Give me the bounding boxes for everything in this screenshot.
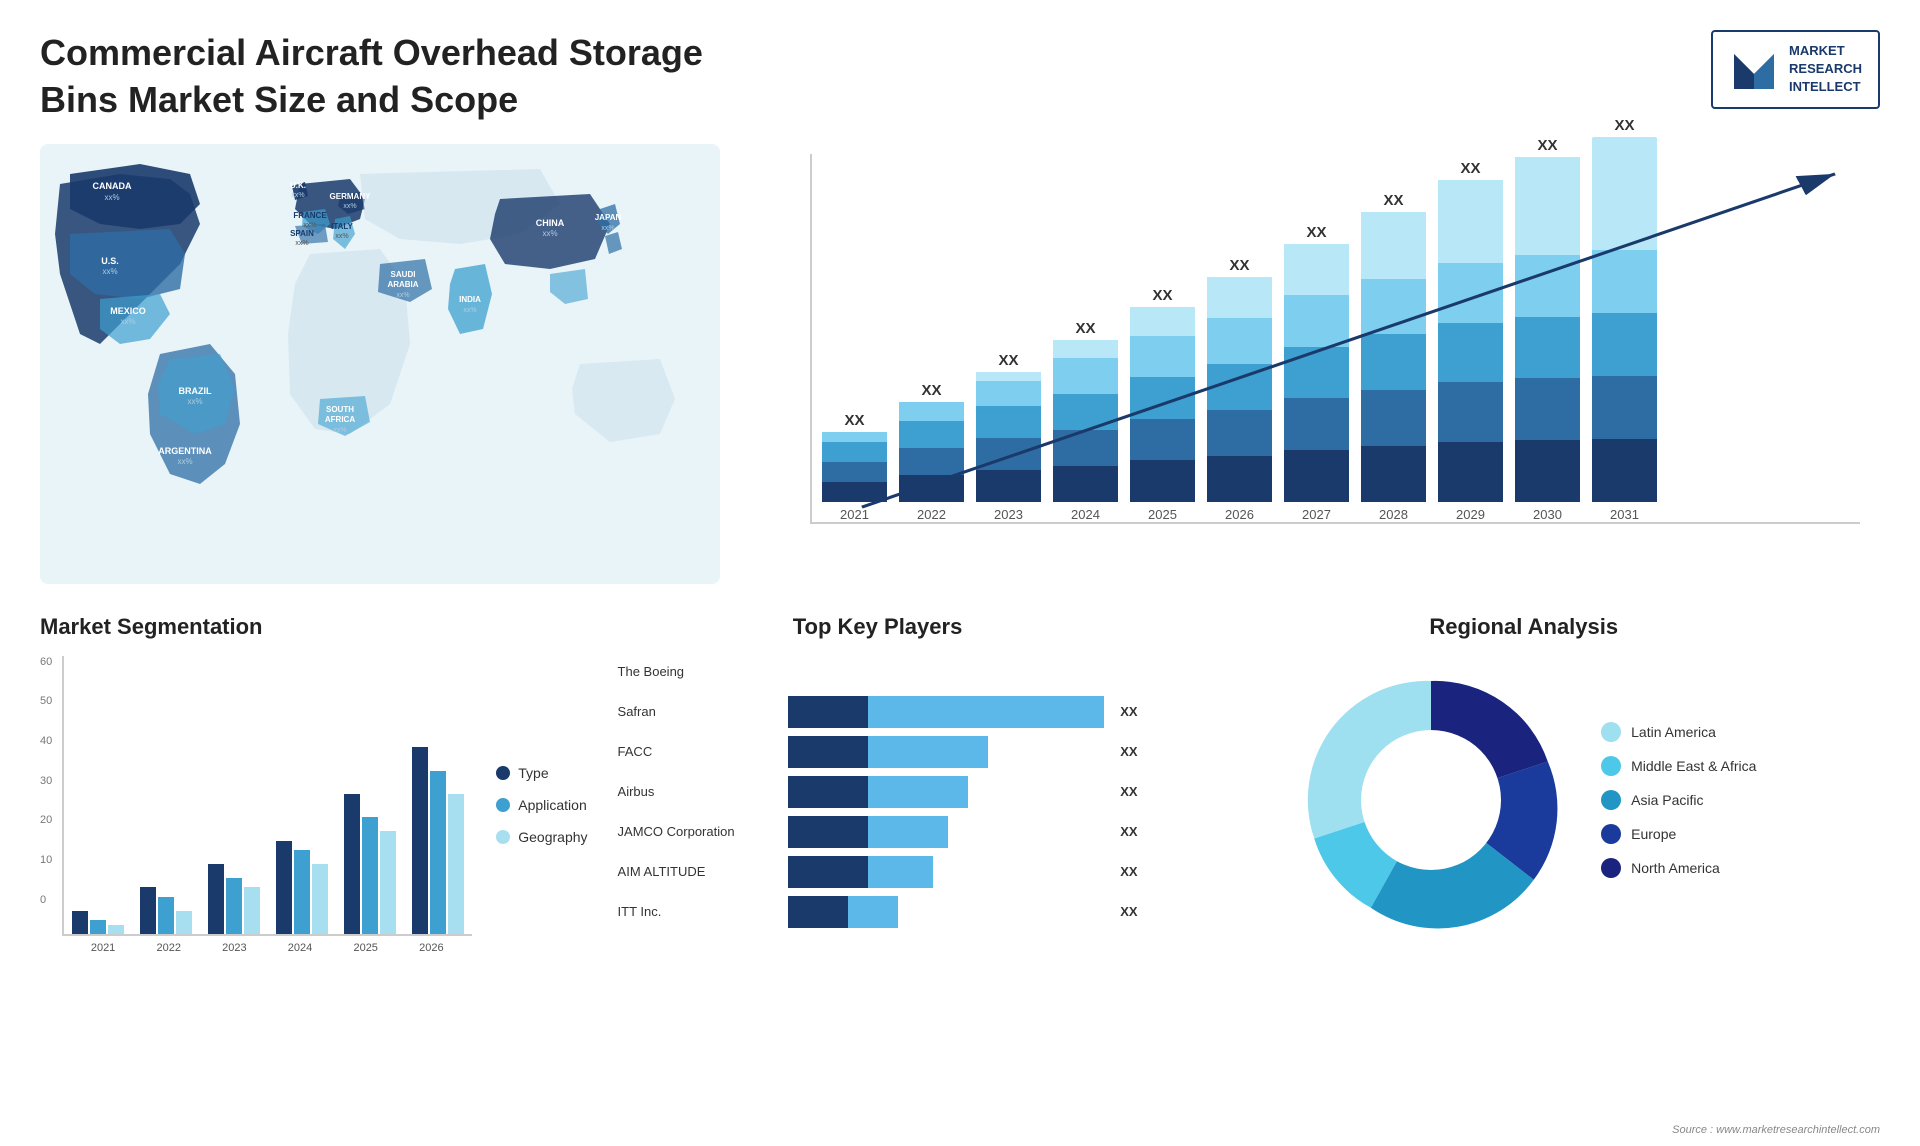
player-aim: AIM ALTITUDE XX	[618, 856, 1138, 888]
svg-text:MEXICO: MEXICO	[110, 306, 146, 316]
legend-application: Application	[496, 797, 587, 813]
segmentation-title: Market Segmentation	[40, 614, 588, 640]
svg-text:xx%: xx%	[104, 193, 119, 202]
svg-text:GERMANY: GERMANY	[330, 192, 372, 201]
svg-text:CANADA: CANADA	[93, 181, 132, 191]
player-boeing: The Boeing	[618, 656, 1138, 688]
bar-2026: XX 2026	[1207, 257, 1272, 522]
logo: MARKET RESEARCH INTELLECT	[1711, 30, 1880, 109]
svg-text:xx%: xx%	[303, 222, 316, 229]
svg-text:xx%: xx%	[102, 267, 117, 276]
bar-2027: XX 2027	[1284, 224, 1349, 522]
svg-text:xx%: xx%	[335, 233, 348, 240]
svg-text:xx%: xx%	[343, 203, 356, 210]
svg-text:xx%: xx%	[396, 292, 409, 299]
svg-text:SOUTH: SOUTH	[326, 405, 354, 414]
seg-bar-group-2024	[276, 841, 328, 934]
bar-2021: XX 2021	[822, 412, 887, 522]
page-container: Commercial Aircraft Overhead Storage Bin…	[0, 0, 1920, 1146]
player-airbus: Airbus XX	[618, 776, 1138, 808]
segmentation-area: Market Segmentation 0 10 20 30 40 50 60	[40, 614, 588, 1054]
seg-bars-container: 2021 2022 2023 2024 2025 2026	[62, 656, 472, 954]
players-area: Top Key Players The Boeing Safran XX	[618, 614, 1138, 1054]
svg-text:xx%: xx%	[601, 225, 614, 232]
regional-legend: Latin America Middle East & Africa Asia …	[1601, 722, 1756, 878]
segmentation-legend: Type Application Geography	[482, 656, 587, 954]
svg-text:ITALY: ITALY	[331, 222, 353, 231]
player-jamco: JAMCO Corporation XX	[618, 816, 1138, 848]
legend-middle-east: Middle East & Africa	[1601, 756, 1756, 776]
bar-2023: XX 2023	[976, 352, 1041, 522]
svg-text:ARABIA: ARABIA	[387, 280, 418, 289]
legend-type: Type	[496, 765, 587, 781]
svg-text:U.K.: U.K.	[290, 181, 306, 190]
svg-text:xx%: xx%	[120, 317, 135, 326]
svg-text:INDIA: INDIA	[459, 295, 481, 304]
donut-container: Latin America Middle East & Africa Asia …	[1168, 660, 1880, 940]
svg-text:ARGENTINA: ARGENTINA	[158, 446, 212, 456]
growth-chart-area: XX 2021 XX	[750, 144, 1880, 584]
svg-text:JAPAN: JAPAN	[595, 213, 622, 222]
source-text: Source : www.marketresearchintellect.com	[1672, 1124, 1880, 1136]
bottom-section: Market Segmentation 0 10 20 30 40 50 60	[40, 614, 1880, 1054]
svg-text:FRANCE: FRANCE	[293, 211, 327, 220]
player-safran: Safran XX	[618, 696, 1138, 728]
players-list: The Boeing Safran XX FACC	[618, 656, 1138, 928]
svg-text:xx%: xx%	[295, 240, 308, 247]
seg-bar-group-2026	[412, 747, 464, 934]
legend-asia-pacific: Asia Pacific	[1601, 790, 1756, 810]
logo-text: MARKET RESEARCH INTELLECT	[1789, 42, 1862, 97]
bar-2030: XX 2030	[1515, 137, 1580, 522]
bar-2025: XX 2025	[1130, 287, 1195, 522]
svg-text:xx%: xx%	[291, 192, 304, 199]
player-itt: ITT Inc. XX	[618, 896, 1138, 928]
legend-north-america: North America	[1601, 858, 1756, 878]
bar-2028: XX 2028	[1361, 192, 1426, 522]
regional-area: Regional Analysis	[1168, 614, 1880, 1054]
svg-text:xx%: xx%	[542, 229, 557, 238]
segmentation-chart: 0 10 20 30 40 50 60	[40, 656, 588, 954]
player-facc: FACC XX	[618, 736, 1138, 768]
world-map-area: CANADA xx% U.S. xx% MEXICO xx% BRAZIL xx…	[40, 144, 720, 584]
world-map-svg: CANADA xx% U.S. xx% MEXICO xx% BRAZIL xx…	[40, 144, 720, 584]
svg-text:xx%: xx%	[333, 427, 346, 434]
seg-bar-group-2022	[140, 887, 192, 934]
top-section: CANADA xx% U.S. xx% MEXICO xx% BRAZIL xx…	[40, 144, 1880, 584]
page-title: Commercial Aircraft Overhead Storage Bin…	[40, 30, 740, 124]
bar-2031: XX 2031	[1592, 117, 1657, 522]
legend-latin-america: Latin America	[1601, 722, 1756, 742]
svg-text:SPAIN: SPAIN	[290, 229, 314, 238]
svg-text:CHINA: CHINA	[536, 218, 565, 228]
svg-text:BRAZIL: BRAZIL	[179, 386, 212, 396]
header: Commercial Aircraft Overhead Storage Bin…	[40, 30, 1880, 124]
svg-text:AFRICA: AFRICA	[325, 415, 355, 424]
svg-text:xx%: xx%	[463, 307, 476, 314]
seg-bar-group-2023	[208, 864, 260, 934]
legend-geography: Geography	[496, 829, 587, 845]
svg-text:SAUDI: SAUDI	[391, 270, 416, 279]
legend-europe: Europe	[1601, 824, 1756, 844]
svg-text:U.S.: U.S.	[101, 256, 119, 266]
bar-2022: XX 2022	[899, 382, 964, 522]
seg-bar-group-2025	[344, 794, 396, 934]
donut-chart	[1291, 660, 1571, 940]
regional-title: Regional Analysis	[1168, 614, 1880, 640]
bar-2024: XX 2024	[1053, 320, 1118, 522]
bar-2029: XX 2029	[1438, 160, 1503, 522]
players-title: Top Key Players	[618, 614, 1138, 640]
svg-text:xx%: xx%	[187, 397, 202, 406]
svg-text:xx%: xx%	[177, 457, 192, 466]
logo-icon	[1729, 44, 1779, 94]
seg-bar-group-2021	[72, 911, 124, 934]
